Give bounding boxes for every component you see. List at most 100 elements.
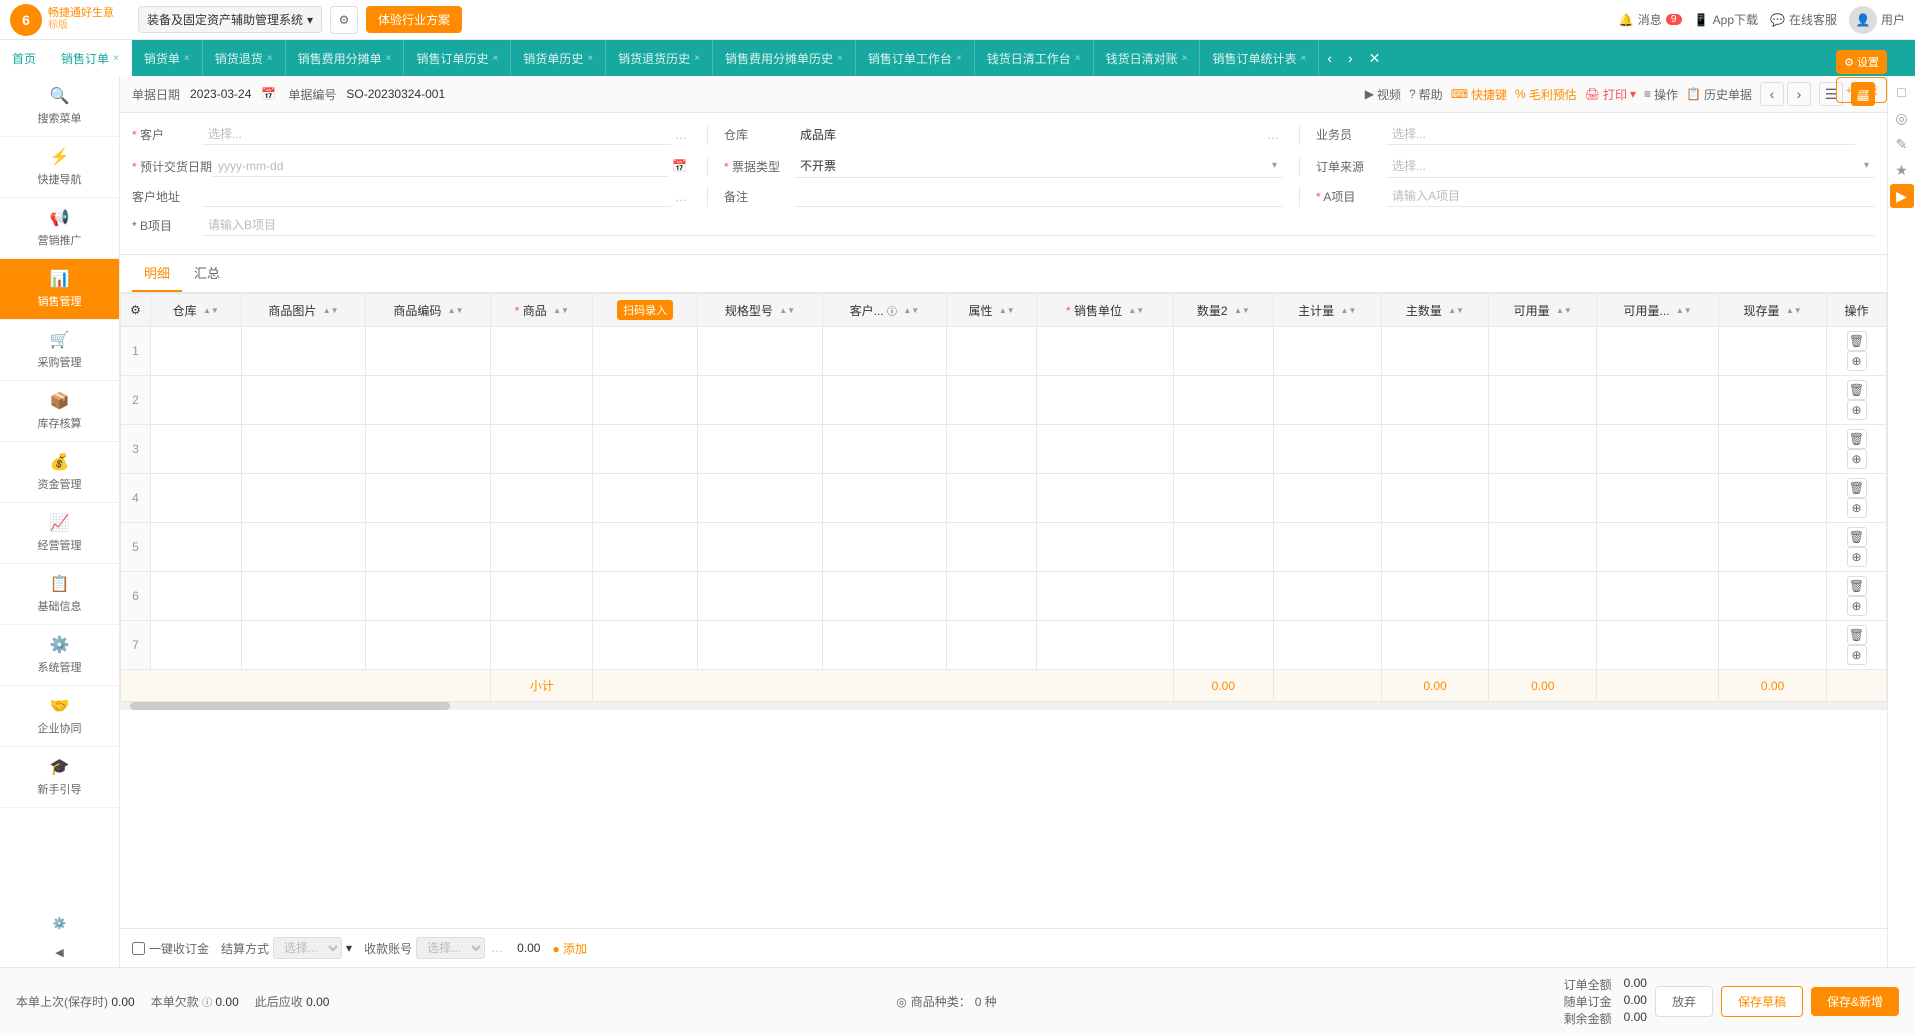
next-btn[interactable]: › (1787, 82, 1811, 106)
tab-daily-reconcile[interactable]: 钱货日清对账 × (1094, 40, 1201, 76)
delete-row-btn[interactable]: 🗑 (1847, 576, 1867, 596)
calendar2-icon[interactable]: 📅 (668, 159, 691, 173)
remarks-input[interactable] (794, 186, 1283, 207)
copy-row-btn[interactable]: ⊕ (1847, 449, 1867, 469)
tab-order-workbench[interactable]: 销售订单工作台 × (856, 40, 975, 76)
cell-spec[interactable] (697, 327, 822, 376)
payment-method-select[interactable]: 选择... (273, 937, 342, 959)
customer-expand-icon[interactable]: … (671, 128, 691, 142)
discard-button[interactable]: 放弃 (1655, 986, 1713, 1017)
prev-btn[interactable]: ‹ (1760, 82, 1784, 106)
tab-sales-order-history[interactable]: 销售订单历史 × (404, 40, 511, 76)
copy-row-btn[interactable]: ⊕ (1847, 351, 1867, 371)
shortcut-action[interactable]: ⌨ 快捷键 (1451, 86, 1507, 103)
cell-avail-qty2[interactable] (1597, 327, 1719, 376)
tab-close-icon[interactable]: × (587, 53, 593, 64)
tab-close-icon[interactable]: × (1300, 53, 1306, 64)
tab-close-icon[interactable]: × (956, 53, 962, 64)
delete-row-btn[interactable]: 🗑 (1847, 478, 1867, 498)
delete-row-btn[interactable]: 🗑 (1847, 625, 1867, 645)
sidebar-item-operation[interactable]: 📈 经营管理 (0, 503, 119, 564)
scrollbar-track[interactable] (120, 702, 1887, 710)
tab-expense-history[interactable]: 销售费用分摊单历史 × (713, 40, 856, 76)
delete-row-btn[interactable]: 🗑 (1847, 380, 1867, 400)
expand-icon[interactable]: … (489, 941, 505, 955)
a-project-input[interactable] (1386, 186, 1875, 207)
copy-row-btn[interactable]: ⊕ (1847, 645, 1867, 665)
sidebar-item-system[interactable]: ⚙️ 系统管理 (0, 625, 119, 686)
copy-row-btn[interactable]: ⊕ (1847, 400, 1867, 420)
tab-order-statistics[interactable]: 销售订单统计表 × (1200, 40, 1319, 76)
right-panel-icon-2[interactable]: ◎ (1890, 106, 1914, 130)
footer-center[interactable]: ◎ 商品种类： 0 种 (896, 993, 997, 1010)
col-header-settings[interactable]: ⚙ (121, 294, 151, 327)
sidebar-item-inventory[interactable]: 📦 库存核算 (0, 381, 119, 442)
copy-row-btn[interactable]: ⊕ (1847, 547, 1867, 567)
cell-warehouse[interactable] (151, 327, 242, 376)
cell-attribute[interactable] (946, 327, 1037, 376)
salesperson-input[interactable] (1386, 124, 1855, 145)
sidebar-item-basic[interactable]: 📋 基础信息 (0, 564, 119, 625)
sidebar-item-marketing[interactable]: 📢 营销推广 (0, 198, 119, 259)
tab-close-icon[interactable]: × (492, 53, 498, 64)
cell-qty2[interactable] (1173, 327, 1273, 376)
tab-summary[interactable]: 汇总 (182, 255, 232, 292)
right-panel-icon-3[interactable]: ✎ (1890, 132, 1914, 156)
tab-detail[interactable]: 明细 (132, 255, 182, 292)
customer-input[interactable] (202, 124, 671, 145)
cell-avail-qty[interactable] (1489, 327, 1597, 376)
operation-action[interactable]: ≡ 操作 (1644, 86, 1678, 103)
save-new-button[interactable]: 保存&新增 (1811, 987, 1899, 1016)
cell-product-code[interactable] (366, 327, 491, 376)
scan-button[interactable]: 扫码录入 (617, 300, 673, 320)
system-selector[interactable]: 装备及固定资产辅助管理系统 ▾ (138, 6, 322, 33)
nav-tabs-next[interactable]: › (1340, 50, 1361, 66)
sidebar-item-quick-nav[interactable]: ⚡ 快捷导航 (0, 137, 119, 198)
tab-sales-expense[interactable]: 销售费用分摊单 × (286, 40, 405, 76)
tab-return-history[interactable]: 销货退货历史 × (606, 40, 713, 76)
sidebar-item-finance[interactable]: 💰 资金管理 (0, 442, 119, 503)
sidebar-item-enterprise[interactable]: 🤝 企业协同 (0, 686, 119, 747)
order-source-select[interactable]: 选择... ▾ (1386, 154, 1875, 178)
delivery-date-input[interactable] (212, 156, 668, 177)
copy-row-btn[interactable]: ⊕ (1847, 596, 1867, 616)
industry-button[interactable]: 体验行业方案 (366, 6, 462, 33)
settings-button[interactable]: ⚙ (330, 6, 358, 34)
profit-action[interactable]: % 毛利预估 (1515, 86, 1577, 103)
add-button[interactable]: ● 添加 (552, 940, 587, 957)
b-project-input[interactable] (202, 215, 1875, 236)
sidebar-item-sales[interactable]: 📊 销售管理 (0, 259, 119, 320)
history-action[interactable]: 📋 历史单据 (1686, 86, 1752, 103)
tab-close-icon[interactable]: × (1075, 53, 1081, 64)
cell-product[interactable] (491, 327, 593, 376)
delete-row-btn[interactable]: 🗑 (1847, 331, 1867, 351)
notification-item[interactable]: 🔔 消息 9 (1619, 11, 1682, 28)
tab-close-icon[interactable]: × (694, 53, 700, 64)
nav-tabs-close-all[interactable]: ✕ (1361, 50, 1389, 67)
right-panel-icon-5[interactable]: ▶ (1890, 184, 1914, 208)
copy-row-btn[interactable]: ⊕ (1847, 498, 1867, 518)
tab-sales-return[interactable]: 销货退货 × (203, 40, 286, 76)
tab-close-icon[interactable]: × (113, 53, 119, 64)
cell-product-image[interactable] (241, 327, 366, 376)
scrollbar-thumb[interactable] (130, 702, 450, 710)
delete-row-btn[interactable]: 🗑 (1847, 527, 1867, 547)
tab-home[interactable]: 首页 (0, 40, 49, 76)
logistics-btn[interactable]: + 物流 (1836, 77, 1887, 103)
tab-close-icon[interactable]: × (1182, 53, 1188, 64)
tab-sales-slip-history[interactable]: 销货单历史 × (511, 40, 606, 76)
sidebar-settings[interactable]: ⚙️ (0, 909, 119, 938)
tab-close-icon[interactable]: × (386, 53, 392, 64)
right-panel-icon-4[interactable]: ★ (1890, 158, 1914, 182)
cell-unit[interactable] (1037, 327, 1173, 376)
save-draft-button[interactable]: 保存草稿 (1721, 986, 1803, 1017)
cell-customer[interactable] (822, 327, 946, 376)
cell-current-qty[interactable] (1719, 327, 1827, 376)
cell-main-unit[interactable] (1273, 327, 1381, 376)
sidebar-collapse[interactable]: ◀ (0, 938, 119, 967)
tab-close-icon[interactable]: × (837, 53, 843, 64)
one-click-checkbox[interactable] (132, 942, 145, 955)
sidebar-item-purchase[interactable]: 🛒 采购管理 (0, 320, 119, 381)
cell-main-qty[interactable] (1381, 327, 1489, 376)
warehouse-expand-icon[interactable]: … (1263, 128, 1283, 142)
